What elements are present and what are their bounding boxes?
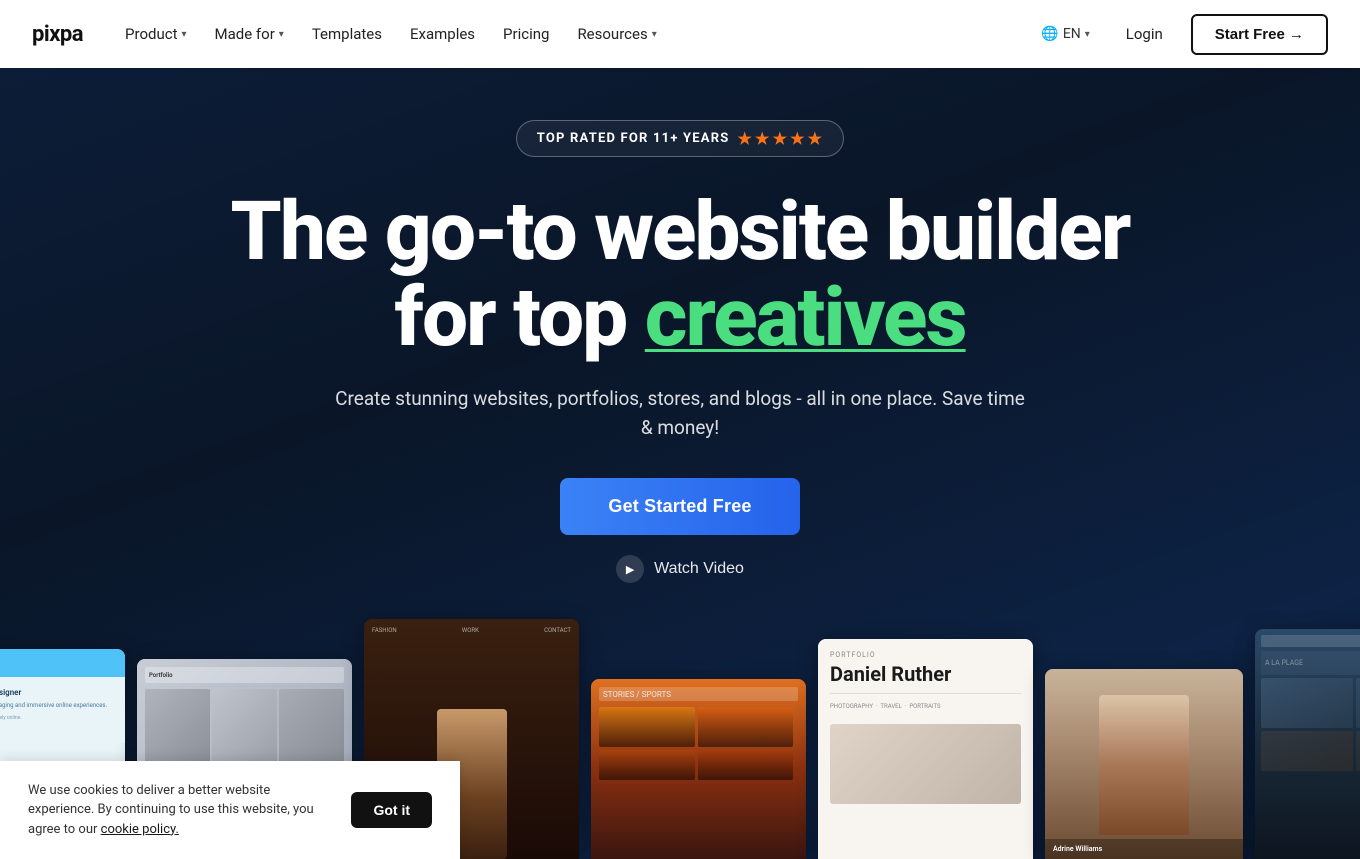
nav-product[interactable]: Product ▾ xyxy=(115,19,196,49)
cookie-text: We use cookies to deliver a better websi… xyxy=(28,781,335,840)
hero-subtitle: Create stunning websites, portfolios, st… xyxy=(330,385,1030,442)
cookie-banner: We use cookies to deliver a better websi… xyxy=(0,761,460,859)
preview-card-5: PORTFOLIO Daniel Ruther PHOTOGRAPHY · TR… xyxy=(818,639,1033,859)
logo[interactable]: pixpa xyxy=(32,22,83,47)
login-button[interactable]: Login xyxy=(1114,19,1175,49)
globe-icon: 🌐 xyxy=(1041,26,1058,42)
play-icon: ▶ xyxy=(616,555,644,583)
preview-card-6: Adrine Williams xyxy=(1045,669,1243,859)
chevron-down-icon: ▾ xyxy=(182,29,187,40)
star-rating: ★ ★ ★ ★ ★ xyxy=(737,129,823,148)
star-icon: ★ xyxy=(755,129,771,148)
nav-left: pixpa Product ▾ Made for ▾ Templates Exa… xyxy=(32,19,667,49)
chevron-down-icon: ▾ xyxy=(1085,29,1090,40)
start-free-button[interactable]: Start Free → xyxy=(1191,14,1328,55)
nav-templates[interactable]: Templates xyxy=(302,19,392,49)
star-icon: ★ xyxy=(737,129,753,148)
preview-card-7: A LA PLAGE xyxy=(1255,629,1360,859)
nav-links: Product ▾ Made for ▾ Templates Examples … xyxy=(115,19,667,49)
star-icon: ★ xyxy=(790,129,806,148)
nav-right: 🌐 EN ▾ Login Start Free → xyxy=(1033,14,1328,55)
cookie-policy-link[interactable]: cookie policy. xyxy=(101,822,179,837)
star-icon: ★ xyxy=(773,129,789,148)
top-rated-badge: TOP RATED FOR 11+ YEARS ★ ★ ★ ★ ★ xyxy=(516,120,844,157)
hero-title: The go-to website builder for top creati… xyxy=(231,189,1130,361)
chevron-down-icon: ▾ xyxy=(652,29,657,40)
got-it-button[interactable]: Got it xyxy=(351,792,432,828)
navigation: pixpa Product ▾ Made for ▾ Templates Exa… xyxy=(0,0,1360,68)
hero-highlight: creatives xyxy=(645,270,966,366)
get-started-button[interactable]: Get Started Free xyxy=(560,478,799,535)
nav-examples[interactable]: Examples xyxy=(400,19,485,49)
nav-made-for[interactable]: Made for ▾ xyxy=(205,19,294,49)
preview-card-4: STORIES / SPORTS xyxy=(591,679,806,859)
chevron-down-icon: ▾ xyxy=(279,29,284,40)
hero-section: TOP RATED FOR 11+ YEARS ★ ★ ★ ★ ★ The go… xyxy=(0,0,1360,859)
language-selector[interactable]: 🌐 EN ▾ xyxy=(1033,22,1097,46)
watch-video-button[interactable]: ▶ Watch Video xyxy=(616,555,744,583)
star-icon: ★ xyxy=(808,129,824,148)
nav-resources[interactable]: Resources ▾ xyxy=(567,19,666,49)
nav-pricing[interactable]: Pricing xyxy=(493,19,559,49)
